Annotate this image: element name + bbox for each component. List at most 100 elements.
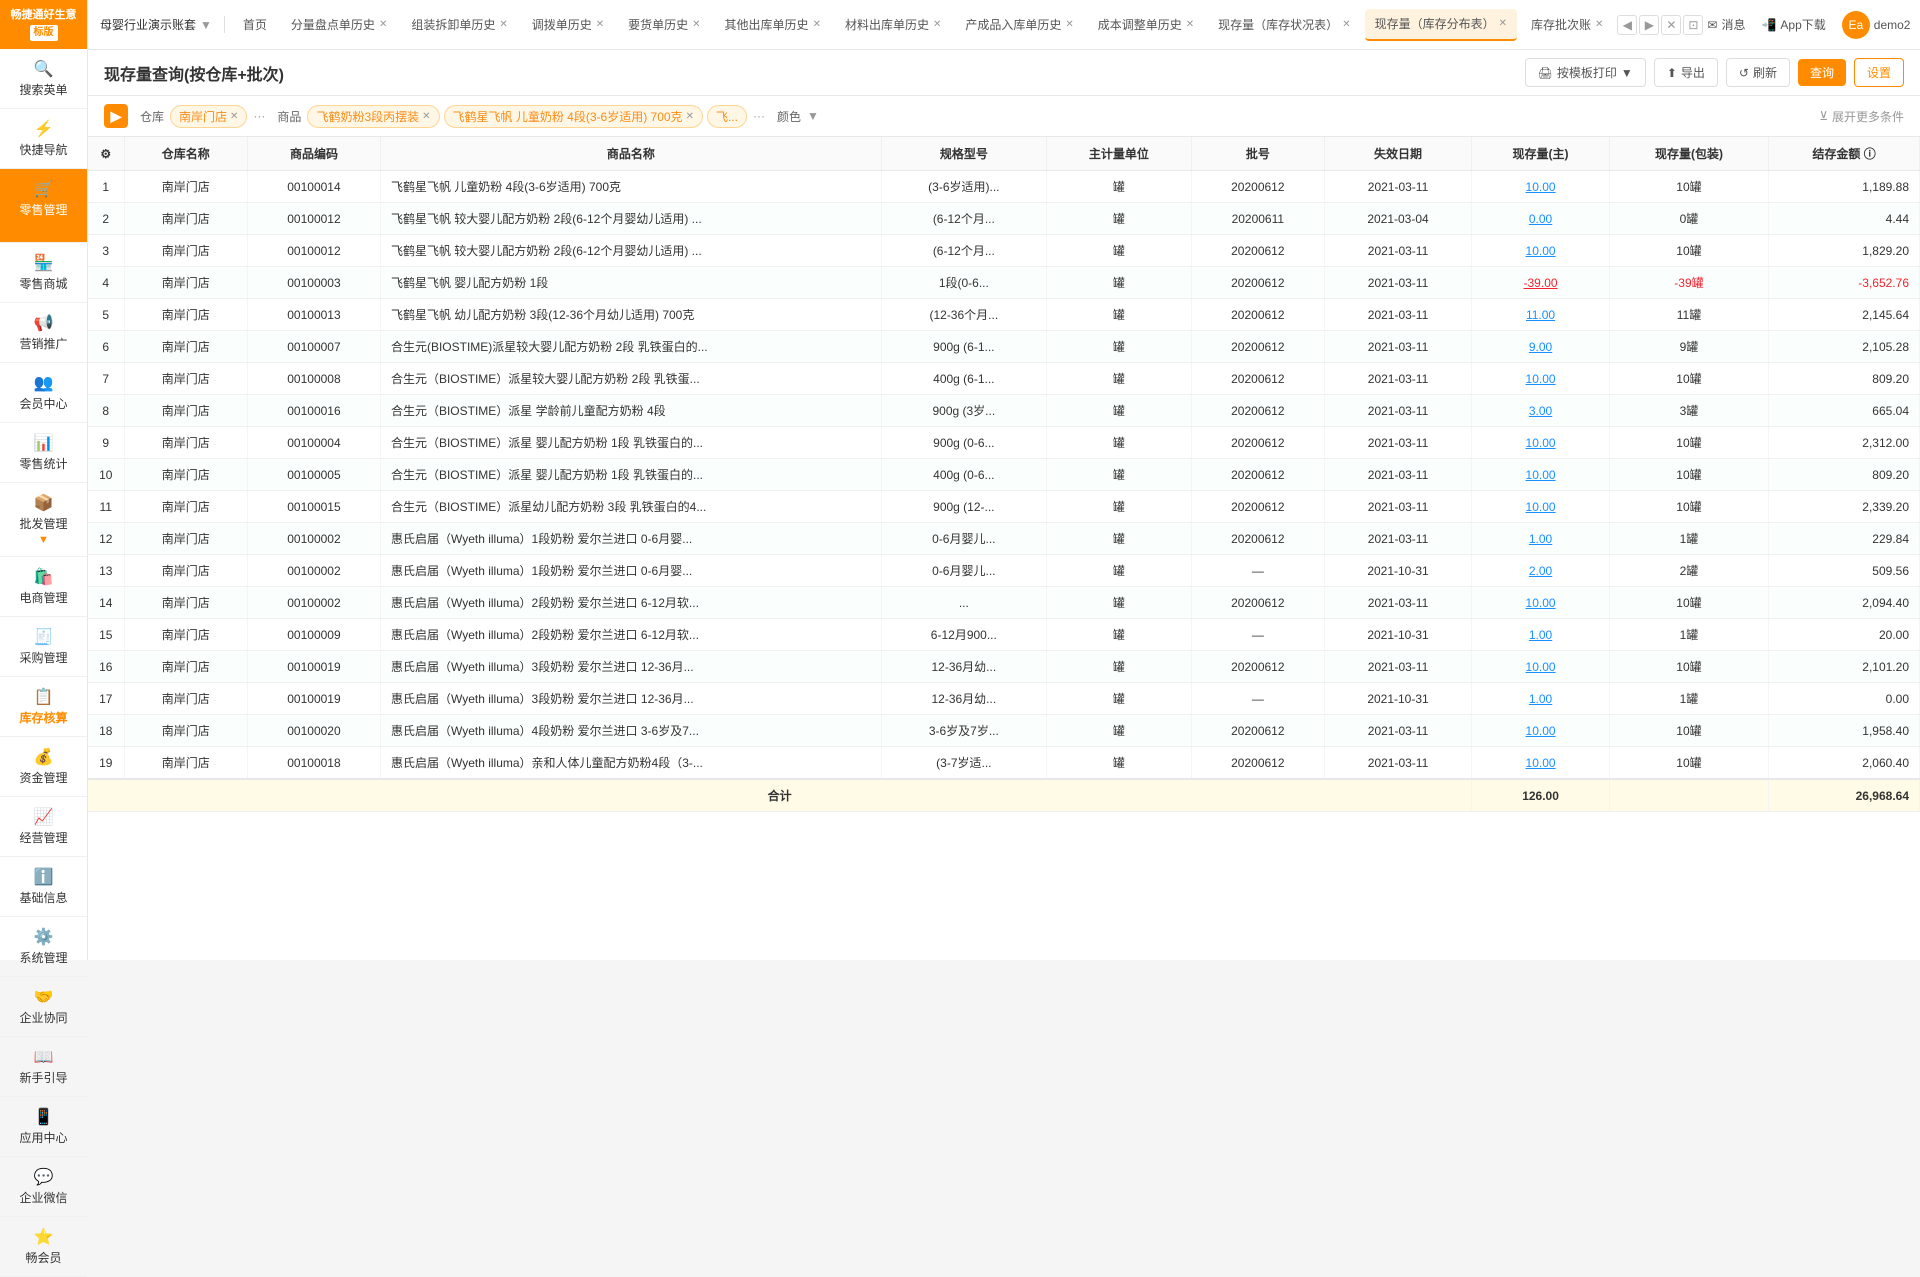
sidebar-item-retail-shop[interactable]: 🏪 零售商城 xyxy=(0,243,87,303)
sidebar-item-member[interactable]: 👥 会员中心 xyxy=(0,363,87,423)
sidebar-item-search[interactable]: 🔍 搜索英单 xyxy=(0,49,87,109)
filter-product-tag-3-text: 飞... xyxy=(716,108,738,125)
tab-distribute-close[interactable]: ✕ xyxy=(379,19,387,30)
tab-stock-dist-close[interactable]: ✕ xyxy=(1499,18,1507,29)
sidebar-item-wholesale[interactable]: 📦 批发管理 ▼ xyxy=(0,483,87,557)
sidebar-item-app-center[interactable]: 📱 应用中心 xyxy=(0,1097,87,1157)
tab-disassemble-close[interactable]: ✕ xyxy=(499,19,507,30)
sidebar-item-purchase[interactable]: 🧾 采购管理 xyxy=(0,617,87,677)
cell-no: 3 xyxy=(88,235,124,267)
cell-qty-main[interactable]: 10.00 xyxy=(1472,651,1610,683)
cell-qty-main[interactable]: 10.00 xyxy=(1472,171,1610,203)
table-row: 17 南岸门店 00100019 惠氏启届（Wyeth illuma）3段奶粉 … xyxy=(88,683,1920,715)
tab-distribute[interactable]: 分量盘点单历史 ✕ xyxy=(281,9,397,41)
cell-qty-main[interactable]: 10.00 xyxy=(1472,459,1610,491)
cell-qty-main[interactable]: 10.00 xyxy=(1472,715,1610,747)
sidebar-item-enterprise[interactable]: 🤝 企业协同 xyxy=(0,977,87,1037)
nav-next[interactable]: ▶ xyxy=(1639,15,1659,35)
expand-more-btn[interactable]: ⊻ 展开更多条件 xyxy=(1819,108,1904,125)
settings-btn[interactable]: 设置 xyxy=(1854,58,1904,87)
cell-no: 19 xyxy=(88,747,124,780)
print-btn[interactable]: 🖨 按模板打印 ▼ xyxy=(1525,58,1646,87)
tab-other-out[interactable]: 其他出库单历史 ✕ xyxy=(715,9,831,41)
cell-qty-main[interactable]: 2.00 xyxy=(1472,555,1610,587)
filter-product-tag-1-remove[interactable]: ✕ xyxy=(422,111,430,122)
cell-qty-main[interactable]: 10.00 xyxy=(1472,363,1610,395)
filter-warehouse-tag-1[interactable]: 南岸门店 ✕ xyxy=(170,105,247,128)
tab-home[interactable]: 首页 xyxy=(233,9,277,41)
sidebar-item-ecommerce[interactable]: 🛍️ 电商管理 xyxy=(0,557,87,617)
logo-line1: 畅捷通好生意 xyxy=(11,8,77,23)
cell-qty-main[interactable]: 10.00 xyxy=(1472,427,1610,459)
cell-qty-main[interactable]: 3.00 xyxy=(1472,395,1610,427)
sidebar-item-marketing[interactable]: 📢 营销推广 xyxy=(0,303,87,363)
sidebar-item-retail-stats[interactable]: 📊 零售统计 xyxy=(0,423,87,483)
sidebar-item-basic[interactable]: ℹ️ 基础信息 xyxy=(0,857,87,917)
filter-product-tag-1[interactable]: 飞鹤奶粉3段丙摆装 ✕ xyxy=(307,105,439,128)
tab-cost-adjust-close[interactable]: ✕ xyxy=(1186,19,1194,30)
cell-qty-main[interactable]: 11.00 xyxy=(1472,299,1610,331)
tab-disassemble[interactable]: 组装拆卸单历史 ✕ xyxy=(401,9,517,41)
user-profile[interactable]: Ea demo2 xyxy=(1842,11,1911,39)
tab-stock-dist[interactable]: 现存量（库存分布表） ✕ xyxy=(1365,9,1517,41)
cell-qty-main[interactable]: 0.00 xyxy=(1472,203,1610,235)
export-btn[interactable]: ⬆ 导出 xyxy=(1654,58,1718,87)
cell-qty-main[interactable]: 1.00 xyxy=(1472,619,1610,651)
sidebar-item-operations[interactable]: 📈 经营管理 xyxy=(0,797,87,857)
sidebar-item-finance[interactable]: 💰 资金管理 xyxy=(0,737,87,797)
cell-code: 00100008 xyxy=(247,363,380,395)
sidebar-item-system[interactable]: ⚙️ 系统管理 xyxy=(0,917,87,977)
cell-qty-main[interactable]: 10.00 xyxy=(1472,747,1610,780)
sidebar-item-retail-mgmt[interactable]: 🛒 零售管理 ▼ xyxy=(0,169,87,243)
filter-expand-btn[interactable]: ▶ xyxy=(104,104,128,128)
tab-requisition-close[interactable]: ✕ xyxy=(692,19,700,30)
app-download-btn[interactable]: 📲 App下载 xyxy=(1761,16,1825,33)
tab-material-out-close[interactable]: ✕ xyxy=(933,19,941,30)
cell-qty-main[interactable]: -39.00 xyxy=(1472,267,1610,299)
tab-other-out-close[interactable]: ✕ xyxy=(813,19,821,30)
username: demo2 xyxy=(1874,18,1911,32)
tab-product-in-close[interactable]: ✕ xyxy=(1065,19,1073,30)
tab-cost-adjust[interactable]: 成本调整单历史 ✕ xyxy=(1088,9,1204,41)
filter-color-dropdown[interactable]: ▼ xyxy=(807,109,819,123)
cell-qty-main[interactable]: 10.00 xyxy=(1472,587,1610,619)
table-row: 12 南岸门店 00100002 惠氏启届（Wyeth illuma）1段奶粉 … xyxy=(88,523,1920,555)
col-settings[interactable]: ⚙ xyxy=(88,137,124,171)
purchase-icon: 🧾 xyxy=(34,627,54,647)
filter-product-tag-2[interactable]: 飞鹤星飞帆 儿童奶粉 4段(3-6岁适用) 700克 ✕ xyxy=(444,105,703,128)
brand-dropdown-arrow[interactable]: ▼ xyxy=(200,18,212,32)
tab-product-in[interactable]: 产成品入库单历史 ✕ xyxy=(955,9,1083,41)
sidebar-item-new-guide[interactable]: 📖 新手引导 xyxy=(0,1037,87,1097)
nav-expand[interactable]: ⊡ xyxy=(1683,15,1703,35)
filter-product-tag-3[interactable]: 飞... xyxy=(707,105,747,128)
tab-mix-close[interactable]: ✕ xyxy=(596,19,604,30)
tab-mix[interactable]: 调拨单历史 ✕ xyxy=(522,9,614,41)
tab-stock-status-close[interactable]: ✕ xyxy=(1342,19,1350,30)
tab-stock-status[interactable]: 现存量（库存状况表） ✕ xyxy=(1208,9,1360,41)
cell-qty-main[interactable]: 9.00 xyxy=(1472,331,1610,363)
filter-warehouse-more[interactable]: ··· xyxy=(253,109,265,123)
tab-material-out[interactable]: 材料出库单历史 ✕ xyxy=(835,9,951,41)
tab-batch[interactable]: 库存批次账 ✕ xyxy=(1521,9,1613,41)
cell-qty-main[interactable]: 10.00 xyxy=(1472,491,1610,523)
cell-qty-main[interactable]: 1.00 xyxy=(1472,523,1610,555)
sidebar-item-inventory[interactable]: 📋 库存核算 xyxy=(0,677,87,737)
cell-warehouse: 南岸门店 xyxy=(124,651,247,683)
filter-product-tag-2-remove[interactable]: ✕ xyxy=(686,111,694,122)
refresh-btn[interactable]: ↺ 刷新 xyxy=(1726,58,1790,87)
sidebar-label-enterprise-wechat: 企业微信 xyxy=(19,1189,67,1206)
nav-close[interactable]: ✕ xyxy=(1661,15,1681,35)
message-btn[interactable]: ✉ 消息 xyxy=(1707,16,1745,33)
tab-batch-close[interactable]: ✕ xyxy=(1595,19,1603,30)
tab-requisition[interactable]: 要货单历史 ✕ xyxy=(618,9,710,41)
cell-qty-main[interactable]: 1.00 xyxy=(1472,683,1610,715)
query-btn[interactable]: 查询 xyxy=(1798,59,1846,86)
sidebar-item-enterprise-wechat[interactable]: 💬 企业微信 xyxy=(0,1157,87,1217)
sidebar-item-quick-nav[interactable]: ⚡ 快捷导航 xyxy=(0,109,87,169)
sidebar-item-privilege[interactable]: ⭐ 畅会员 xyxy=(0,1217,87,1277)
filter-product-more[interactable]: ··· xyxy=(753,109,765,123)
filter-warehouse-tag-1-remove[interactable]: ✕ xyxy=(230,111,238,122)
cell-qty-pack: 1罐 xyxy=(1609,619,1768,651)
cell-qty-main[interactable]: 10.00 xyxy=(1472,235,1610,267)
nav-prev[interactable]: ◀ xyxy=(1617,15,1637,35)
